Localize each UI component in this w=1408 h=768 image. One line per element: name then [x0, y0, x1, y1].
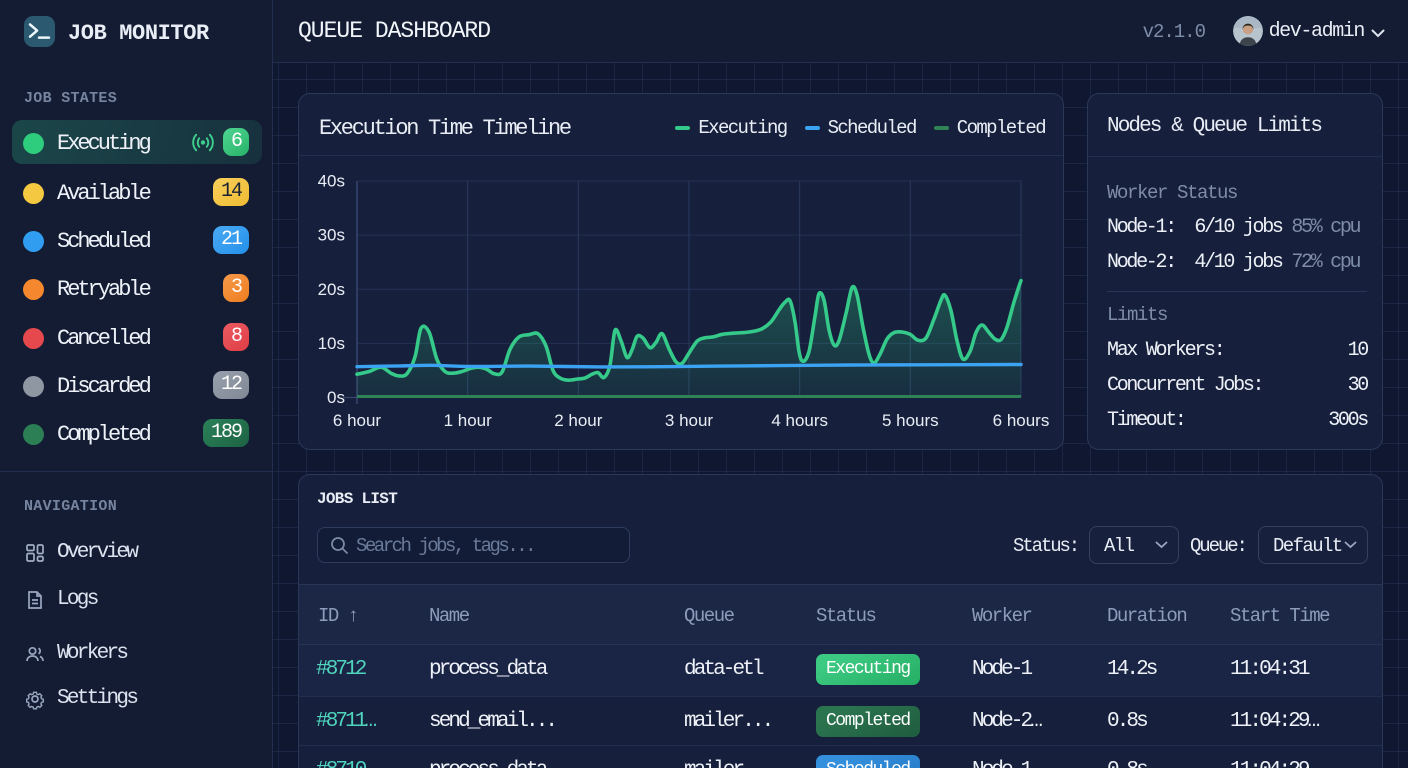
svg-text:1 hour: 1 hour [444, 411, 493, 430]
svg-text:6 hours: 6 hours [993, 411, 1050, 430]
svg-text:40s: 40s [318, 172, 345, 191]
svg-text:4 hours: 4 hours [771, 411, 828, 430]
svg-text:30s: 30s [318, 226, 345, 245]
svg-text:3 hour: 3 hour [665, 411, 714, 430]
svg-text:5 hours: 5 hours [882, 411, 939, 430]
svg-text:6 hour: 6 hour [333, 411, 382, 430]
svg-text:10s: 10s [318, 334, 345, 353]
svg-text:2 hour: 2 hour [554, 411, 603, 430]
svg-text:0s: 0s [327, 388, 345, 407]
svg-text:20s: 20s [318, 280, 345, 299]
